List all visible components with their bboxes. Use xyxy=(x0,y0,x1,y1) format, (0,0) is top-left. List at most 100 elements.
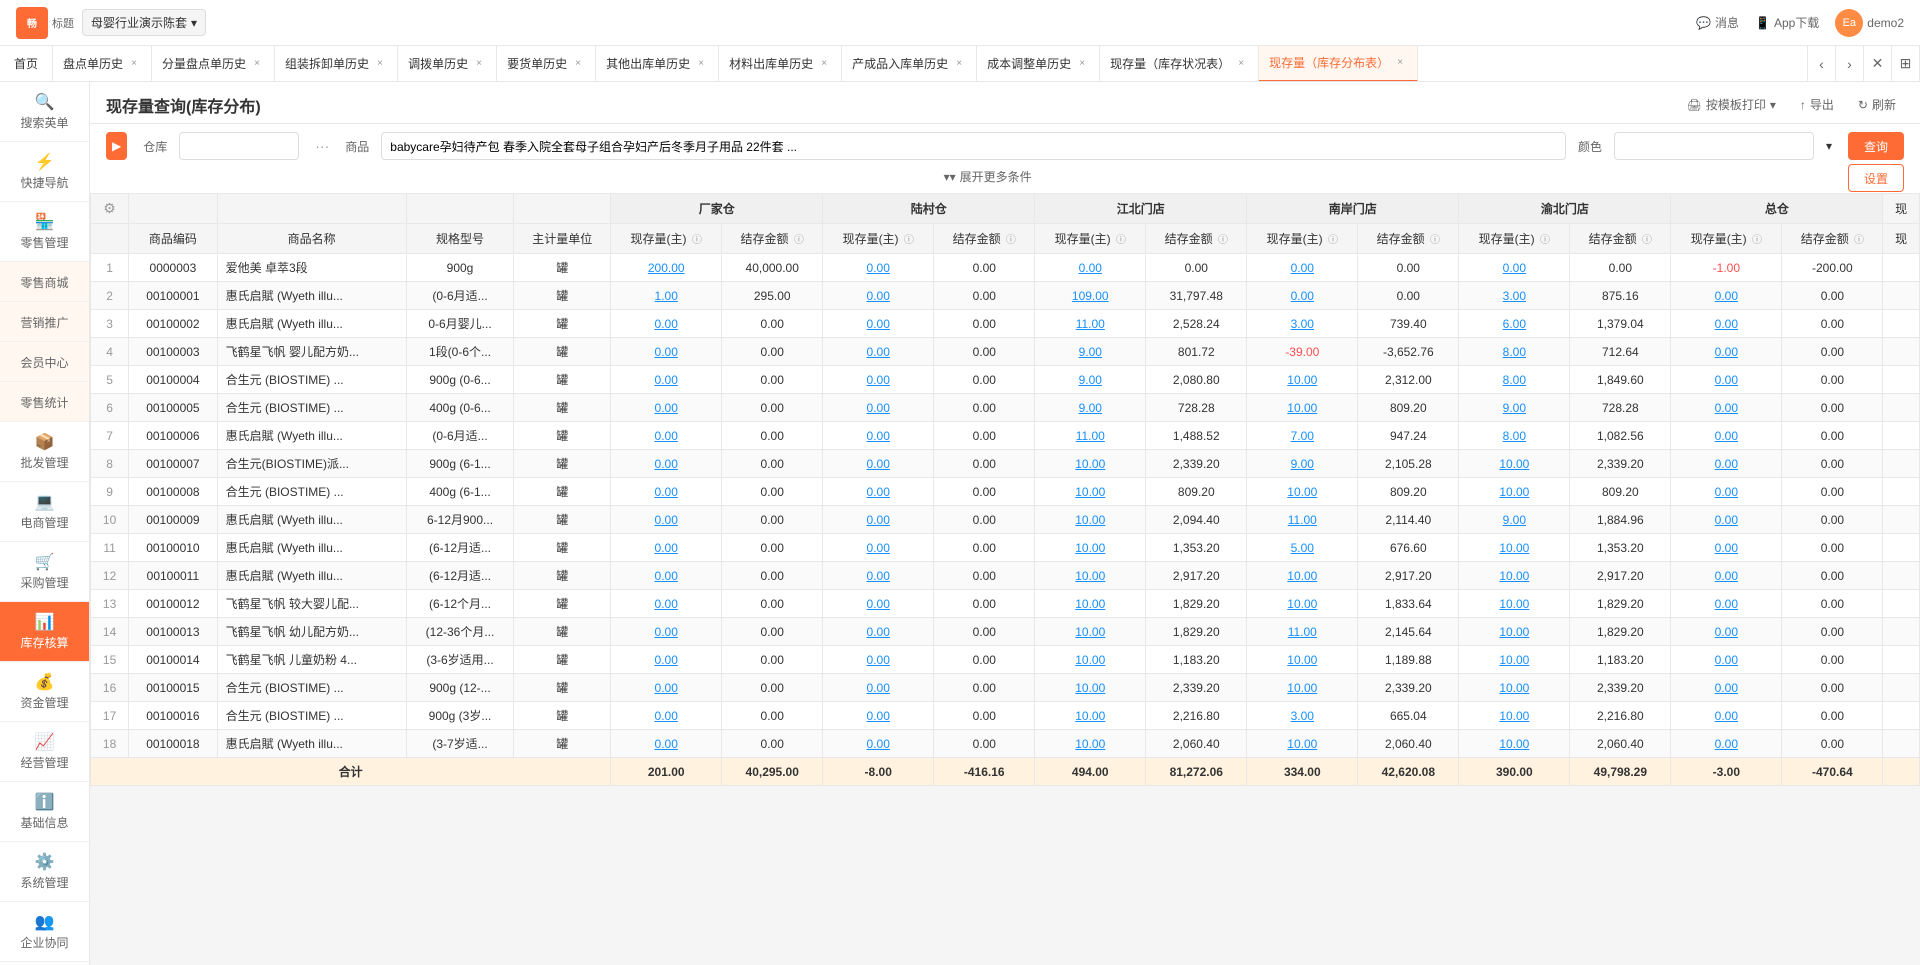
tab-item[interactable]: 产成品入库单历史× xyxy=(842,46,977,82)
tab-next-btn[interactable]: › xyxy=(1836,46,1864,82)
row-jb-qty[interactable]: 9.00 xyxy=(1035,394,1146,422)
row-fac-qty[interactable]: 0.00 xyxy=(611,450,722,478)
row-yb-qty[interactable]: 8.00 xyxy=(1459,422,1570,450)
tab-close-btn[interactable]: × xyxy=(373,57,387,71)
row-na-qty[interactable]: 0.00 xyxy=(1247,254,1358,282)
row-jb-qty[interactable]: 10.00 xyxy=(1035,450,1146,478)
row-lu-qty[interactable]: 0.00 xyxy=(823,730,934,758)
sidebar-item-零售商城[interactable]: 零售商城 xyxy=(0,262,89,302)
sidebar-item-会员中心[interactable]: 会员中心 xyxy=(0,342,89,382)
row-total-qty[interactable]: 0.00 xyxy=(1671,338,1782,366)
app-download-btn[interactable]: 📱 App下载 xyxy=(1755,14,1819,31)
tab-item[interactable]: 现存量（库存状况表）× xyxy=(1100,46,1259,82)
row-jb-qty[interactable]: 9.00 xyxy=(1035,366,1146,394)
row-total-qty[interactable]: 0.00 xyxy=(1671,646,1782,674)
row-total-qty[interactable]: 0.00 xyxy=(1671,590,1782,618)
tab-close-btn[interactable]: × xyxy=(1075,57,1089,71)
row-na-qty[interactable]: 11.00 xyxy=(1247,618,1358,646)
row-total-qty[interactable]: 0.00 xyxy=(1671,282,1782,310)
row-na-qty[interactable]: 3.00 xyxy=(1247,310,1358,338)
tab-item[interactable]: 盘点单历史× xyxy=(53,46,152,82)
filter-collapse-btn[interactable]: ▶ xyxy=(106,132,127,160)
messages-btn[interactable]: 💬 消息 xyxy=(1696,14,1739,31)
row-lu-qty[interactable]: 0.00 xyxy=(823,506,934,534)
row-fac-qty[interactable]: 200.00 xyxy=(611,254,722,282)
row-lu-qty[interactable]: 0.00 xyxy=(823,422,934,450)
tab-close-btn[interactable]: × xyxy=(571,57,585,71)
tab-close-btn[interactable]: × xyxy=(952,57,966,71)
row-lu-qty[interactable]: 0.00 xyxy=(823,534,934,562)
row-na-qty[interactable]: 10.00 xyxy=(1247,562,1358,590)
sidebar-item-系统管理[interactable]: ⚙️系统管理 xyxy=(0,842,89,902)
row-yb-qty[interactable]: 10.00 xyxy=(1459,478,1570,506)
row-fac-qty[interactable]: 0.00 xyxy=(611,506,722,534)
row-fac-qty[interactable]: 0.00 xyxy=(611,702,722,730)
row-total-qty[interactable]: 0.00 xyxy=(1671,506,1782,534)
user-menu[interactable]: Ea demo2 xyxy=(1835,9,1904,37)
sidebar-item-采购管理[interactable]: 🛒采购管理 xyxy=(0,542,89,602)
row-jb-qty[interactable]: 9.00 xyxy=(1035,338,1146,366)
row-lu-qty[interactable]: 0.00 xyxy=(823,310,934,338)
row-na-qty[interactable]: 10.00 xyxy=(1247,590,1358,618)
row-yb-qty[interactable]: 10.00 xyxy=(1459,646,1570,674)
tab-close-all-btn[interactable]: ✕ xyxy=(1864,46,1892,82)
row-lu-qty[interactable]: 0.00 xyxy=(823,646,934,674)
row-yb-qty[interactable]: 10.00 xyxy=(1459,450,1570,478)
row-na-qty[interactable]: 10.00 xyxy=(1247,478,1358,506)
row-total-qty[interactable]: -1.00 xyxy=(1671,254,1782,282)
row-na-qty[interactable]: 10.00 xyxy=(1247,730,1358,758)
tab-item[interactable]: 材料出库单历史× xyxy=(719,46,842,82)
row-yb-qty[interactable]: 9.00 xyxy=(1459,506,1570,534)
setting-btn[interactable]: 设置 xyxy=(1848,164,1904,192)
row-total-qty[interactable]: 0.00 xyxy=(1671,674,1782,702)
tab-item[interactable]: 组装拆卸单历史× xyxy=(275,46,398,82)
row-total-qty[interactable]: 0.00 xyxy=(1671,730,1782,758)
refresh-btn[interactable]: ↻ 刷新 xyxy=(1850,92,1904,117)
row-na-qty[interactable]: 10.00 xyxy=(1247,674,1358,702)
row-fac-qty[interactable]: 0.00 xyxy=(611,618,722,646)
row-lu-qty[interactable]: 0.00 xyxy=(823,562,934,590)
sidebar-item-快捷导航[interactable]: ⚡快捷导航 xyxy=(0,142,89,202)
sidebar-item-批发管理[interactable]: 📦批发管理 xyxy=(0,422,89,482)
print-btn[interactable]: 🖨 按模板打印 ▾ xyxy=(1679,92,1784,117)
tab-item[interactable]: 分量盘点单历史× xyxy=(152,46,275,82)
row-jb-qty[interactable]: 10.00 xyxy=(1035,506,1146,534)
row-na-qty[interactable]: 11.00 xyxy=(1247,506,1358,534)
sidebar-item-零售管理[interactable]: 🏪零售管理 xyxy=(0,202,89,262)
tab-expand-btn[interactable]: ⊞ xyxy=(1892,46,1920,82)
row-na-qty[interactable]: 10.00 xyxy=(1247,646,1358,674)
company-selector[interactable]: 母婴行业演示陈套 ▾ xyxy=(82,9,206,36)
row-jb-qty[interactable]: 10.00 xyxy=(1035,702,1146,730)
row-lu-qty[interactable]: 0.00 xyxy=(823,394,934,422)
row-jb-qty[interactable]: 10.00 xyxy=(1035,590,1146,618)
row-jb-qty[interactable]: 10.00 xyxy=(1035,646,1146,674)
row-jb-qty[interactable]: 10.00 xyxy=(1035,674,1146,702)
row-total-qty[interactable]: 0.00 xyxy=(1671,478,1782,506)
tab-home[interactable]: 首页 xyxy=(0,46,53,82)
row-yb-qty[interactable]: 10.00 xyxy=(1459,618,1570,646)
row-lu-qty[interactable]: 0.00 xyxy=(823,674,934,702)
row-total-qty[interactable]: 0.00 xyxy=(1671,450,1782,478)
row-yb-qty[interactable]: 0.00 xyxy=(1459,254,1570,282)
export-btn[interactable]: ↑ 导出 xyxy=(1792,92,1842,117)
row-lu-qty[interactable]: 0.00 xyxy=(823,338,934,366)
row-fac-qty[interactable]: 0.00 xyxy=(611,310,722,338)
row-na-qty[interactable]: 9.00 xyxy=(1247,450,1358,478)
tab-close-btn[interactable]: × xyxy=(127,57,141,71)
sidebar-item-电商管理[interactable]: 💻电商管理 xyxy=(0,482,89,542)
tab-item[interactable]: 成本调整单历史× xyxy=(977,46,1100,82)
row-lu-qty[interactable]: 0.00 xyxy=(823,450,934,478)
tab-item[interactable]: 要货单历史× xyxy=(497,46,596,82)
row-total-qty[interactable]: 0.00 xyxy=(1671,366,1782,394)
row-yb-qty[interactable]: 10.00 xyxy=(1459,674,1570,702)
row-yb-qty[interactable]: 8.00 xyxy=(1459,338,1570,366)
row-jb-qty[interactable]: 10.00 xyxy=(1035,562,1146,590)
row-yb-qty[interactable]: 10.00 xyxy=(1459,702,1570,730)
row-na-qty[interactable]: -39.00 xyxy=(1247,338,1358,366)
row-lu-qty[interactable]: 0.00 xyxy=(823,366,934,394)
row-total-qty[interactable]: 0.00 xyxy=(1671,422,1782,450)
tab-item[interactable]: 调拨单历史× xyxy=(398,46,497,82)
row-yb-qty[interactable]: 8.00 xyxy=(1459,366,1570,394)
tab-prev-btn[interactable]: ‹ xyxy=(1808,46,1836,82)
row-jb-qty[interactable]: 11.00 xyxy=(1035,310,1146,338)
